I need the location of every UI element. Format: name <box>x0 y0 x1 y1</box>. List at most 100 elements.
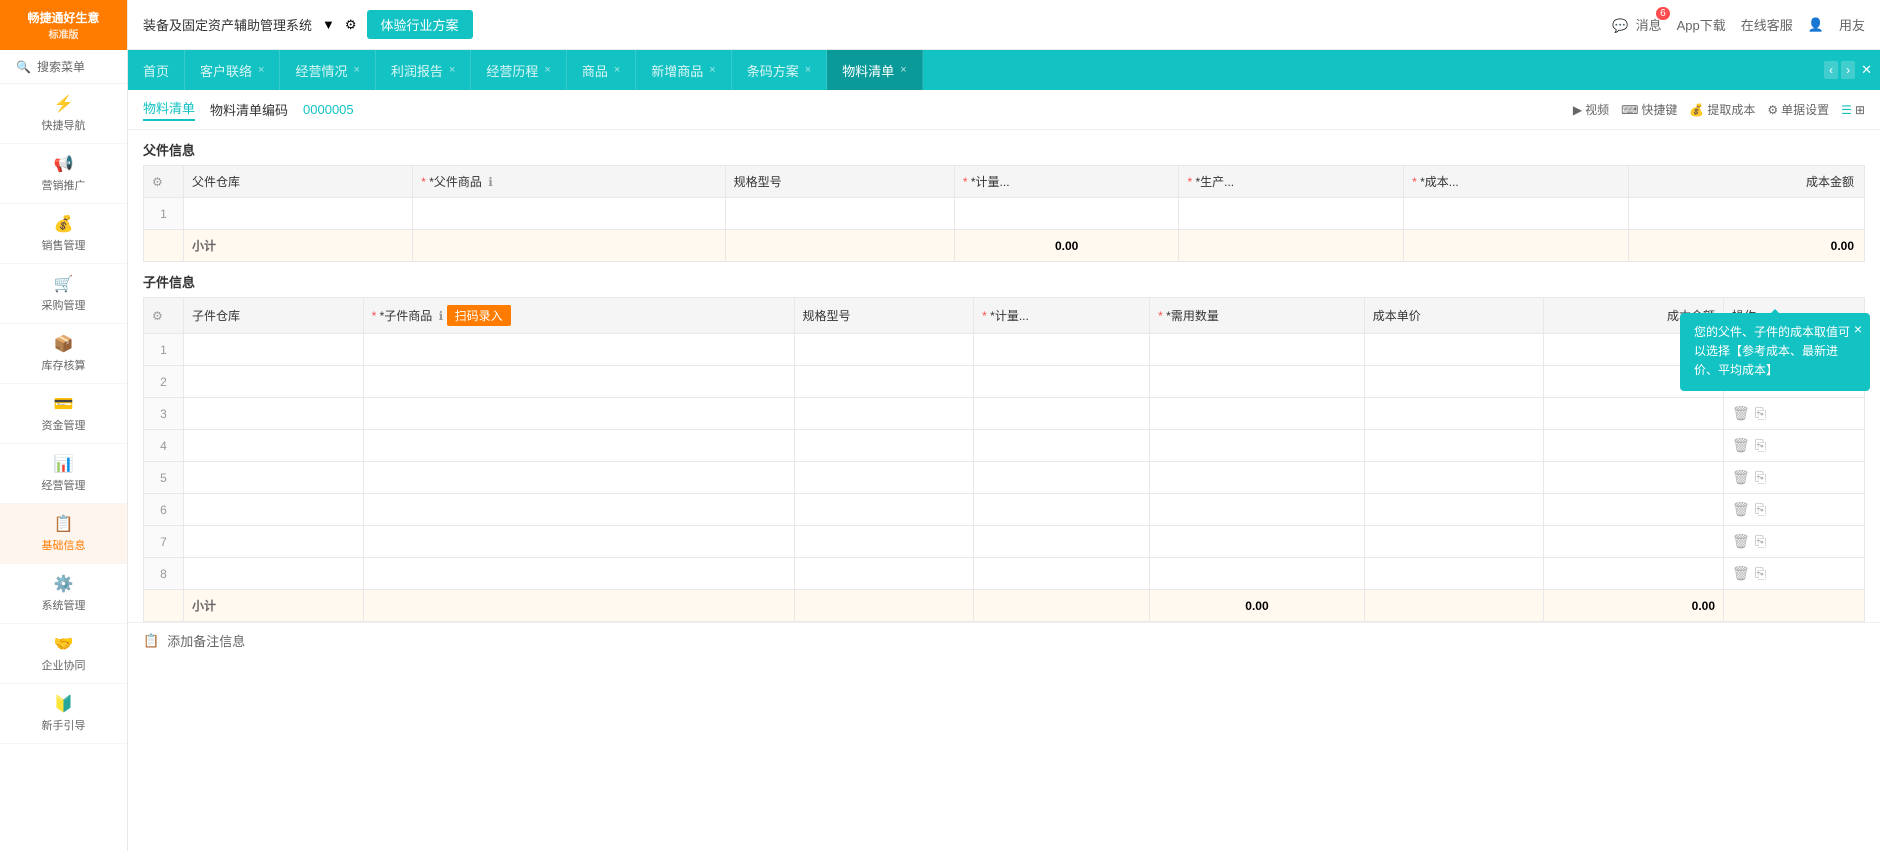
nav-tab-close-3[interactable]: × <box>449 64 455 76</box>
child-cell-qty-8[interactable] <box>1150 558 1365 590</box>
child-cell-spec-7[interactable] <box>794 526 974 558</box>
child-cell-cost-6[interactable] <box>1544 494 1724 526</box>
sidebar-item-guide[interactable]: 🔰新手引导 <box>0 684 127 744</box>
child-cell-warehouse-1[interactable] <box>184 334 364 366</box>
child-cell-warehouse-4[interactable] <box>184 430 364 462</box>
child-cell-unit-7[interactable] <box>974 526 1150 558</box>
scan-input-btn[interactable]: 扫码录入 <box>447 305 511 326</box>
parent-product-info-icon[interactable]: ℹ <box>488 175 493 189</box>
child-cell-qty-5[interactable] <box>1150 462 1365 494</box>
child-cell-product-2[interactable] <box>363 366 794 398</box>
child-cell-unit-3[interactable] <box>974 398 1150 430</box>
child-cell-qty-3[interactable] <box>1150 398 1365 430</box>
sidebar-item-cooperation[interactable]: 🤝企业协同 <box>0 624 127 684</box>
extract-cost-btn[interactable]: 💰 提取成本 <box>1689 101 1755 118</box>
app-download[interactable]: App下载 <box>1677 15 1726 34</box>
nav-tab-0[interactable]: 首页 <box>128 50 185 90</box>
nav-tab-close-7[interactable]: × <box>805 64 811 76</box>
child-cell-cost-4[interactable] <box>1544 430 1724 462</box>
nav-tab-1[interactable]: 客户联络× <box>185 50 280 90</box>
nav-tab-6[interactable]: 新增商品× <box>636 50 731 90</box>
copy-icon-4[interactable]: ⎘ <box>1755 437 1766 454</box>
child-cell-warehouse-2[interactable] <box>184 366 364 398</box>
nav-tab-close-6[interactable]: × <box>709 64 715 76</box>
parent-cell-warehouse-1[interactable] <box>184 198 413 230</box>
child-cell-unit-8[interactable] <box>974 558 1150 590</box>
child-cell-qty-6[interactable] <box>1150 494 1365 526</box>
child-cell-qty-1[interactable] <box>1150 334 1365 366</box>
delete-icon-7[interactable]: 🗑 <box>1732 533 1750 550</box>
parent-cell-production-1[interactable] <box>1179 198 1404 230</box>
nav-prev-arrow[interactable]: ‹ <box>1824 61 1838 79</box>
nav-tab-close-2[interactable]: × <box>353 64 359 76</box>
online-service[interactable]: 在线客服 <box>1741 15 1793 34</box>
nav-tab-close-4[interactable]: × <box>544 64 550 76</box>
child-cell-spec-4[interactable] <box>794 430 974 462</box>
nav-tab-5[interactable]: 商品× <box>567 50 636 90</box>
child-cell-product-4[interactable] <box>363 430 794 462</box>
nav-close-icon[interactable]: ✕ <box>1861 62 1872 78</box>
child-cell-product-5[interactable] <box>363 462 794 494</box>
child-cell-spec-1[interactable] <box>794 334 974 366</box>
child-cell-spec-3[interactable] <box>794 398 974 430</box>
nav-tab-close-1[interactable]: × <box>258 64 264 76</box>
child-cell-unit-5[interactable] <box>974 462 1150 494</box>
child-cell-product-3[interactable] <box>363 398 794 430</box>
child-cell-unitcost-5[interactable] <box>1364 462 1544 494</box>
sidebar-item-basic-info[interactable]: 📋基础信息 <box>0 504 127 564</box>
sidebar-item-sales[interactable]: 💰销售管理 <box>0 204 127 264</box>
sidebar-item-marketing[interactable]: 📢营销推广 <box>0 144 127 204</box>
child-gear-icon[interactable]: ⚙ <box>152 309 163 323</box>
child-cell-spec-5[interactable] <box>794 462 974 494</box>
grid-view-icon[interactable]: ⊞ <box>1855 103 1865 117</box>
child-cell-unit-6[interactable] <box>974 494 1150 526</box>
nav-tab-3[interactable]: 利润报告× <box>376 50 471 90</box>
child-cell-qty-7[interactable] <box>1150 526 1365 558</box>
message-wrap[interactable]: 💬 6 消息 <box>1612 15 1661 34</box>
parent-cell-product-1[interactable] <box>413 198 725 230</box>
child-cell-unit-1[interactable] <box>974 334 1150 366</box>
sidebar-item-system[interactable]: ⚙️系统管理 <box>0 564 127 624</box>
child-cell-unitcost-4[interactable] <box>1364 430 1544 462</box>
nav-tab-close-8[interactable]: × <box>900 64 906 76</box>
parent-cell-cost-amount-1[interactable] <box>1628 198 1864 230</box>
child-cell-qty-4[interactable] <box>1150 430 1365 462</box>
nav-tab-7[interactable]: 条码方案× <box>732 50 827 90</box>
shortcut-btn[interactable]: ⌨ 快捷键 <box>1621 101 1677 118</box>
child-cell-unitcost-7[interactable] <box>1364 526 1544 558</box>
sidebar-search[interactable]: 🔍 搜索菜单 <box>0 50 127 84</box>
child-cell-warehouse-8[interactable] <box>184 558 364 590</box>
doc-tab-bom[interactable]: 物料清单 <box>143 98 195 121</box>
child-cell-spec-8[interactable] <box>794 558 974 590</box>
child-cell-cost-3[interactable] <box>1544 398 1724 430</box>
trial-button[interactable]: 体验行业方案 <box>367 10 473 39</box>
parent-cell-spec-1[interactable] <box>725 198 954 230</box>
delete-icon-5[interactable]: 🗑 <box>1732 469 1750 486</box>
nav-next-arrow[interactable]: › <box>1841 61 1855 79</box>
child-cell-qty-2[interactable] <box>1150 366 1365 398</box>
child-cell-spec-2[interactable] <box>794 366 974 398</box>
child-cell-product-8[interactable] <box>363 558 794 590</box>
sidebar-item-purchase[interactable]: 🛒采购管理 <box>0 264 127 324</box>
delete-icon-4[interactable]: 🗑 <box>1732 437 1750 454</box>
child-cell-unit-4[interactable] <box>974 430 1150 462</box>
child-cell-unitcost-3[interactable] <box>1364 398 1544 430</box>
child-cell-product-1[interactable] <box>363 334 794 366</box>
child-cell-unitcost-8[interactable] <box>1364 558 1544 590</box>
nav-tab-8[interactable]: 物料清单× <box>827 50 922 90</box>
parent-gear-icon[interactable]: ⚙ <box>152 175 163 189</box>
sidebar-item-quick-nav[interactable]: ⚡快捷导航 <box>0 84 127 144</box>
child-cell-warehouse-7[interactable] <box>184 526 364 558</box>
delete-icon-8[interactable]: 🗑 <box>1732 565 1750 582</box>
footer-label[interactable]: 添加备注信息 <box>167 631 245 650</box>
copy-icon-3[interactable]: ⎘ <box>1755 405 1766 422</box>
child-cell-warehouse-3[interactable] <box>184 398 364 430</box>
sidebar-item-operations[interactable]: 📊经营管理 <box>0 444 127 504</box>
child-product-info-icon[interactable]: ℹ <box>439 309 444 323</box>
child-cell-spec-6[interactable] <box>794 494 974 526</box>
sidebar-item-inventory[interactable]: 📦库存核算 <box>0 324 127 384</box>
delete-icon-3[interactable]: 🗑 <box>1732 405 1750 422</box>
delete-icon-6[interactable]: 🗑 <box>1732 501 1750 518</box>
tooltip-close-btn[interactable]: × <box>1854 318 1862 340</box>
child-cell-cost-7[interactable] <box>1544 526 1724 558</box>
